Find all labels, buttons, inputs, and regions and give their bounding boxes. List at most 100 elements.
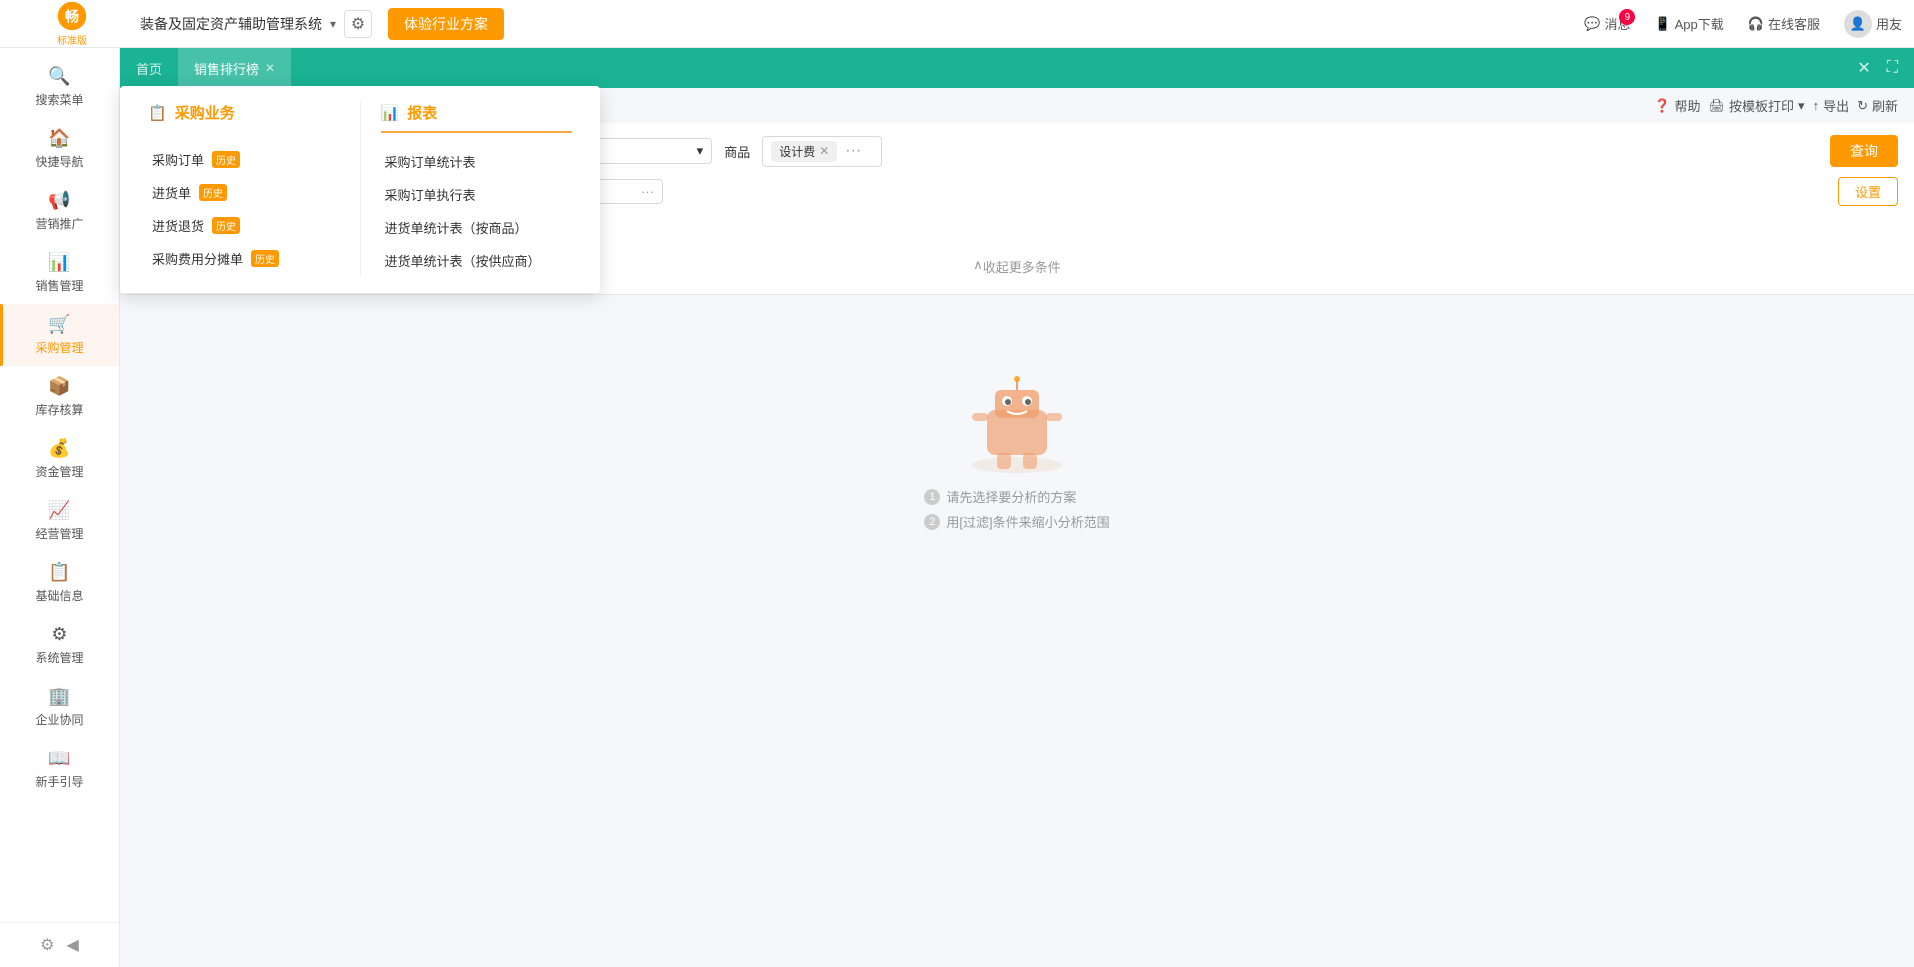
top-bar: 畅 标准版 装备及固定资产辅助管理系统 ▾ ⚙ 体验行业方案 💬 消息 9 📱 … [0,0,1914,48]
title-dropdown-icon[interactable]: ▾ [330,17,336,31]
print-button[interactable]: 🖨 按模板打印 ▾ [1709,96,1805,115]
tab-home[interactable]: 首页 [120,48,178,88]
goods-tag-text: 设计费 [779,143,815,160]
system-title: 装备及固定资产辅助管理系统 ▾ [140,14,336,34]
goods-label: 商品 [724,142,750,161]
sidebar-item-label-capital: 资金管理 [35,463,83,480]
tip-text-1: 请先选择要分析的方案 [946,487,1076,506]
sidebar-item-purchase[interactable]: 🛒 采购管理 [0,304,119,366]
menu-item-goods-receipt-label: 进货单 [152,183,191,202]
menu-item-purchase-order-exec[interactable]: 采购订单执行表 [381,178,573,211]
set-button[interactable]: 设置 [1838,177,1898,206]
tab-close-icon[interactable]: ✕ [265,61,275,75]
sidebar-item-operations[interactable]: 📈 经营管理 [0,490,119,552]
sidebar-item-capital[interactable]: 💰 资金管理 [0,428,119,490]
sidebar-collapse-icon[interactable]: ◀ [67,935,79,955]
sidebar-item-enterprise[interactable]: 🏢 企业协同 [0,676,119,738]
tab-sales-rank-label: 销售排行榜 [194,59,259,78]
sidebar-item-label-basic-info: 基础信息 [35,587,83,604]
sidebar-item-label-operations: 经营管理 [35,525,83,542]
empty-tips: 1 请先选择要分析的方案 2 用[过滤]条件来缩小分析范围 [924,487,1109,531]
purchase-icon: 🛒 [48,314,70,335]
inventory-icon: 📦 [48,376,70,397]
purchase-section-title: 📋 采购业务 [148,102,340,131]
industry-button[interactable]: 体验行业方案 [388,8,504,40]
marketing-icon: 📢 [48,190,70,211]
report-section: 📊 报表 采购订单统计表 采购订单执行表 进货单统计表（按商品） 进货单统计表（… [369,102,585,277]
sidebar-item-search[interactable]: 🔍 搜索菜单 [0,56,119,118]
sidebar-bottom: ⚙ ◀ [0,922,119,967]
svg-text:畅: 畅 [65,7,79,25]
tab-bar-right: ✕ ⛶ [1853,54,1914,82]
voucher-status-dropdown-icon: ▾ [697,143,704,159]
operations-icon: 📈 [48,500,70,521]
salesperson-dots[interactable]: ··· [641,184,654,199]
menu-item-goods-return-label: 进货退货 [152,216,204,235]
export-icon: ↑ [1813,98,1820,113]
headset-icon: 🎧 [1748,16,1764,32]
app-download-button[interactable]: 📱 App下载 [1654,14,1723,33]
purchase-section-icon: 📋 [148,104,167,122]
menu-separator [360,102,361,277]
sidebar-item-label-marketing: 营销推广 [35,215,83,232]
enterprise-icon: 🏢 [48,686,70,707]
goods-tag-remove[interactable]: ✕ [819,144,829,158]
menu-item-purchase-expense[interactable]: 采购费用分摊单 历史 [148,242,340,275]
avatar: 👤 [1844,10,1872,38]
empty-tip-1: 1 请先选择要分析的方案 [924,487,1109,506]
menu-item-goods-stats-by-supplier[interactable]: 进货单统计表（按供应商） [381,244,573,277]
logo-icon: 畅 [56,0,88,32]
tab-close-window-icon[interactable]: ✕ [1853,54,1874,82]
gear-icon: ⚙ [351,14,365,34]
report-section-label: 报表 [407,102,437,123]
sidebar-item-new-guide[interactable]: 📖 新手引导 [0,738,119,800]
new-guide-icon: 📖 [48,748,70,769]
messages-badge: 9 [1619,9,1635,25]
menu-item-goods-return[interactable]: 进货退货 历史 [148,209,340,242]
export-button[interactable]: ↑ 导出 [1813,96,1850,115]
tab-expand-icon[interactable]: ⛶ [1883,55,1902,81]
menu-item-goods-stats-by-supplier-label: 进货单统计表（按供应商） [385,251,541,270]
print-dropdown-icon[interactable]: ▾ [1798,98,1805,114]
menu-item-goods-stats-by-product-label: 进货单统计表（按商品） [385,218,528,237]
menu-item-purchase-order-stats[interactable]: 采购订单统计表 [381,145,573,178]
purchase-dropdown-menu: 📋 采购业务 采购订单 历史 进货单 历史 进货退货 历史 采购费用分摊单 历史… [120,86,600,293]
menu-item-purchase-expense-label: 采购费用分摊单 [152,249,243,268]
online-service-button[interactable]: 🎧 在线客服 [1748,14,1820,33]
menu-item-purchase-order-exec-label: 采购订单执行表 [385,185,476,204]
sidebar: 🔍 搜索菜单 🏠 快捷导航 📢 营销推广 📊 销售管理 🛒 采购管理 📦 库存核… [0,48,120,967]
sidebar-item-label-search: 搜索菜单 [35,91,83,108]
help-button[interactable]: ❓ 帮助 [1654,96,1700,115]
sidebar-item-quick-nav[interactable]: 🏠 快捷导航 [0,118,119,180]
menu-item-purchase-order[interactable]: 采购订单 历史 [148,143,340,176]
query-button[interactable]: 查询 [1830,135,1898,167]
empty-illustration [957,375,1077,475]
sidebar-item-marketing[interactable]: 📢 营销推广 [0,180,119,242]
empty-tip-2: 2 用[过滤]条件来缩小分析范围 [924,512,1109,531]
sidebar-settings-icon[interactable]: ⚙ [40,935,54,955]
sidebar-item-inventory[interactable]: 📦 库存核算 [0,366,119,428]
tab-sales-rank[interactable]: 销售排行榜 ✕ [178,48,291,88]
export-label: 导出 [1823,96,1849,115]
sidebar-item-system[interactable]: ⚙ 系统管理 [0,614,119,676]
user-area[interactable]: 👤 用友 [1844,10,1902,38]
tab-bar: 首页 销售排行榜 ✕ ✕ ⛶ [120,48,1914,88]
online-service-label: 在线客服 [1768,14,1820,33]
settings-button[interactable]: ⚙ [344,10,372,38]
sidebar-item-label-system: 系统管理 [35,649,83,666]
refresh-button[interactable]: ↻ 刷新 [1857,96,1898,115]
hist-badge-goods-return: 历史 [212,217,240,234]
refresh-icon: ↻ [1857,98,1868,114]
search-icon: 🔍 [48,66,70,87]
message-icon: 💬 [1584,16,1600,32]
sidebar-item-basic-info[interactable]: 📋 基础信息 [0,552,119,614]
goods-dots[interactable]: ··· [845,142,861,160]
menu-item-goods-stats-by-product[interactable]: 进货单统计表（按商品） [381,211,573,244]
menu-item-goods-receipt[interactable]: 进货单 历史 [148,176,340,209]
top-right-area: 💬 消息 9 📱 App下载 🎧 在线客服 👤 用友 [1584,10,1902,38]
messages-button[interactable]: 💬 消息 9 [1584,14,1630,33]
tip-text-2: 用[过滤]条件来缩小分析范围 [946,512,1109,531]
capital-icon: 💰 [48,438,70,459]
sidebar-item-sales[interactable]: 📊 销售管理 [0,242,119,304]
report-section-icon: 📊 [381,104,400,122]
